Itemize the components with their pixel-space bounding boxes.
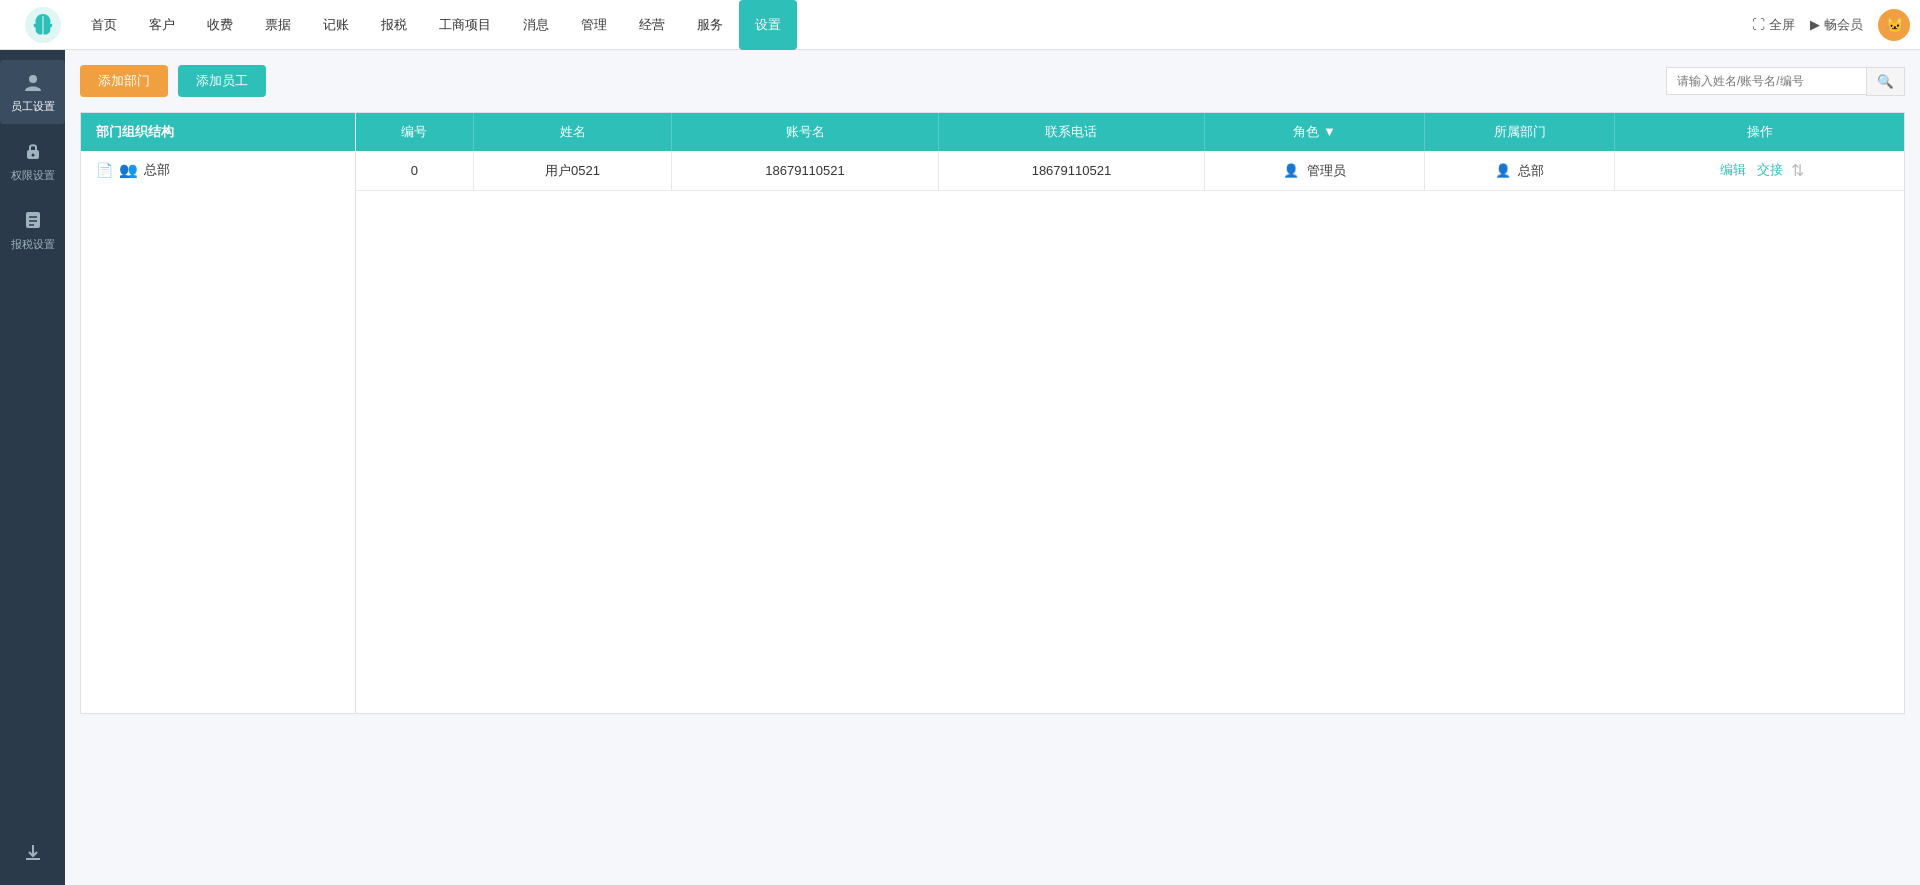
avatar[interactable]: 🐱 bbox=[1878, 9, 1910, 41]
member-label: 畅会员 bbox=[1824, 16, 1863, 34]
nav-billing[interactable]: 收费 bbox=[191, 0, 249, 50]
nav-accounting[interactable]: 记账 bbox=[307, 0, 365, 50]
nav-business[interactable]: 工商项目 bbox=[423, 0, 507, 50]
download-icon bbox=[21, 841, 45, 865]
nav-service[interactable]: 服务 bbox=[681, 0, 739, 50]
cell-dept: 👤 总部 bbox=[1424, 151, 1614, 191]
nav-home[interactable]: 首页 bbox=[75, 0, 133, 50]
nav-customer[interactable]: 客户 bbox=[133, 0, 191, 50]
toolbar-left: 添加部门 添加员工 bbox=[80, 65, 266, 97]
sidebar-item-employee-label: 员工设置 bbox=[11, 99, 55, 114]
cell-role: 👤 管理员 bbox=[1205, 151, 1425, 191]
cell-name: 用户0521 bbox=[473, 151, 672, 191]
add-dept-button[interactable]: 添加部门 bbox=[80, 65, 168, 97]
search-button[interactable]: 🔍 bbox=[1866, 67, 1905, 96]
tree-item-root[interactable]: 📄 👥 总部 bbox=[81, 151, 355, 189]
table-row: 0 用户0521 18679110521 18679110521 👤 管理员 👤… bbox=[356, 151, 1904, 191]
edit-link[interactable]: 编辑 bbox=[1720, 162, 1746, 177]
panels: 部门组织结构 📄 👥 总部 编号 姓名 账号名 联系电话 bbox=[80, 112, 1905, 714]
col-dept: 所属部门 bbox=[1424, 113, 1614, 151]
tree-header: 部门组织结构 bbox=[81, 113, 355, 151]
nav-tax[interactable]: 报税 bbox=[365, 0, 423, 50]
employee-icon bbox=[21, 70, 45, 94]
col-role: 角色 ▼ bbox=[1205, 113, 1425, 151]
search-icon: 🔍 bbox=[1877, 74, 1894, 89]
avatar-emoji: 🐱 bbox=[1886, 17, 1903, 33]
permission-icon bbox=[21, 139, 45, 163]
user-group-icon: 👥 bbox=[119, 161, 138, 179]
main-layout: 员工设置 权限设置 报税设置 bbox=[0, 50, 1920, 885]
member-btn[interactable]: ▶ 畅会员 bbox=[1810, 16, 1863, 34]
nav-message[interactable]: 消息 bbox=[507, 0, 565, 50]
employee-table: 编号 姓名 账号名 联系电话 角色 ▼ 所属部门 操作 bbox=[356, 113, 1904, 191]
taxsettings-icon bbox=[21, 208, 45, 232]
col-id: 编号 bbox=[356, 113, 473, 151]
toolbar-right: 🔍 bbox=[1666, 67, 1905, 96]
member-icon: ▶ bbox=[1810, 17, 1820, 32]
toolbar-row: 添加部门 添加员工 🔍 bbox=[80, 65, 1905, 97]
cell-phone: 18679110521 bbox=[938, 151, 1204, 191]
nav-settings[interactable]: 设置 bbox=[739, 0, 797, 50]
dept-icon: 👤 bbox=[1495, 163, 1511, 178]
search-input[interactable] bbox=[1666, 67, 1866, 95]
role-icon: 👤 bbox=[1283, 163, 1299, 178]
nav-right: ⛶ 全屏 ▶ 畅会员 🐱 bbox=[1752, 9, 1910, 41]
sidebar-item-taxsettings[interactable]: 报税设置 bbox=[0, 198, 65, 262]
nav-items: 首页 客户 收费 票据 记账 报税 工商项目 消息 管理 经营 服务 设置 bbox=[75, 0, 1752, 50]
fullscreen-label: 全屏 bbox=[1769, 16, 1795, 34]
tree-item-root-label: 总部 bbox=[144, 161, 170, 179]
col-account: 账号名 bbox=[672, 113, 938, 151]
tree-panel: 部门组织结构 📄 👥 总部 bbox=[81, 113, 356, 713]
logo bbox=[10, 6, 75, 44]
col-action: 操作 bbox=[1615, 113, 1904, 151]
nav-manage[interactable]: 管理 bbox=[565, 0, 623, 50]
transfer-link[interactable]: 交接 bbox=[1757, 162, 1783, 177]
file-icon: 📄 bbox=[96, 162, 113, 178]
nav-invoice[interactable]: 票据 bbox=[249, 0, 307, 50]
fullscreen-btn[interactable]: ⛶ 全屏 bbox=[1752, 16, 1795, 34]
top-navigation: 首页 客户 收费 票据 记账 报税 工商项目 消息 管理 经营 服务 设置 ⛶ … bbox=[0, 0, 1920, 50]
scroll-arrows[interactable]: ⇅ bbox=[1791, 162, 1804, 179]
table-panel: 编号 姓名 账号名 联系电话 角色 ▼ 所属部门 操作 bbox=[356, 113, 1904, 713]
fullscreen-icon: ⛶ bbox=[1752, 17, 1765, 32]
cell-id: 0 bbox=[356, 151, 473, 191]
sidebar-download-btn[interactable] bbox=[0, 831, 65, 875]
cell-account: 18679110521 bbox=[672, 151, 938, 191]
cell-dept-text: 总部 bbox=[1518, 163, 1544, 178]
col-phone: 联系电话 bbox=[938, 113, 1204, 151]
sort-icon: ▼ bbox=[1323, 124, 1336, 139]
svg-point-3 bbox=[31, 154, 34, 157]
cell-actions: 编辑 交接 ⇅ bbox=[1615, 151, 1904, 191]
nav-operation[interactable]: 经营 bbox=[623, 0, 681, 50]
col-name: 姓名 bbox=[473, 113, 672, 151]
sidebar: 员工设置 权限设置 报税设置 bbox=[0, 50, 65, 885]
sidebar-item-permission[interactable]: 权限设置 bbox=[0, 129, 65, 193]
content-area: 添加部门 添加员工 🔍 部门组织结构 📄 👥 总部 bbox=[65, 50, 1920, 885]
sidebar-item-taxsettings-label: 报税设置 bbox=[11, 237, 55, 252]
cell-role-text: 管理员 bbox=[1307, 163, 1346, 178]
sidebar-item-permission-label: 权限设置 bbox=[11, 168, 55, 183]
svg-point-1 bbox=[29, 75, 37, 83]
sidebar-item-employee[interactable]: 员工设置 bbox=[0, 60, 65, 124]
add-staff-button[interactable]: 添加员工 bbox=[178, 65, 266, 97]
